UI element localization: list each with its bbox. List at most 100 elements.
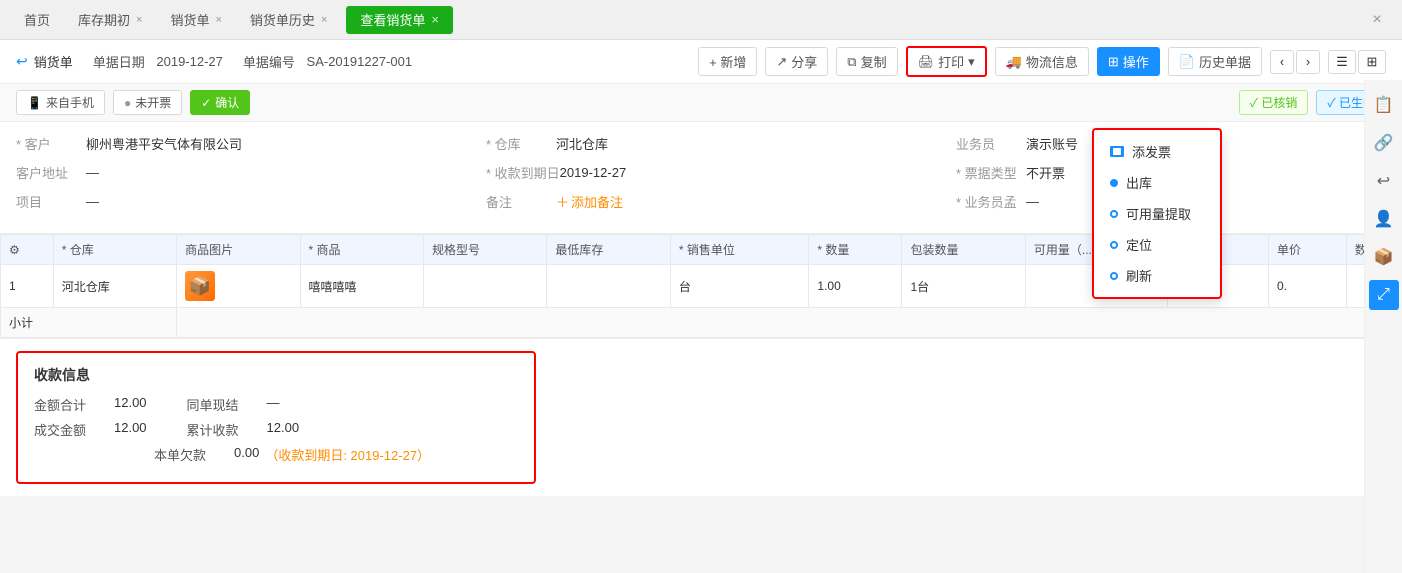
tab-sales-history[interactable]: 销货单历史 ×: [236, 0, 341, 40]
note-label: 备注: [486, 192, 556, 211]
staff-label: 业务员: [956, 134, 1026, 153]
row-quantity: 1.00: [809, 265, 902, 308]
list-view-button[interactable]: ☰: [1328, 50, 1356, 74]
order-debt-value: 0.00: [234, 445, 259, 464]
cumulative-value: 12.00: [267, 420, 300, 439]
locate-item[interactable]: 定位: [1094, 229, 1220, 260]
customer-field: * 客户 柳州粤港平安气体有限公司: [16, 134, 446, 153]
print-dropdown-arrow[interactable]: ▾: [968, 54, 975, 70]
add-invoice-item[interactable]: 添发票: [1094, 136, 1220, 167]
operation-button[interactable]: ⊞ 操作: [1097, 47, 1160, 76]
doc-number-value: SA-20191227-001: [307, 54, 413, 69]
refresh-icon: [1110, 272, 1118, 280]
col-pack-qty: 包装数量: [902, 235, 1025, 265]
main-content: ↩ 销货单 单据日期 2019-12-27 单据编号 SA-20191227-0…: [0, 40, 1402, 496]
refresh-label: 刷新: [1126, 266, 1152, 285]
subtotal-label: 小计: [1, 308, 177, 338]
staff-value: 演示账号: [1026, 134, 1078, 153]
sidebar-expand-icon[interactable]: ⤢: [1369, 280, 1399, 310]
mobile-button[interactable]: 📱 来自手机: [16, 90, 105, 115]
total-amount-label: 金额合计: [34, 395, 114, 414]
copy-button[interactable]: ⧉ 复制: [836, 47, 897, 76]
available-qty-item[interactable]: 可用量提取: [1094, 198, 1220, 229]
col-unit-price: 单价: [1268, 235, 1346, 265]
tab-sales-label: 销货单: [170, 10, 209, 29]
canceled-badge: ✓ 已核销: [1239, 90, 1309, 115]
due-date-value: 2019-12-27: [560, 165, 627, 180]
operation-dropdown: 添发票 出库 可用量提取 定位 刷新: [1092, 128, 1222, 299]
view-toggle: ☰ ⊞: [1328, 50, 1386, 74]
same-order-value: —: [267, 395, 280, 414]
tab-inventory[interactable]: 库存期初 ×: [64, 0, 156, 40]
sidebar-user-icon[interactable]: 👤: [1369, 204, 1399, 234]
locate-icon: [1110, 241, 1118, 249]
mobile-icon: 📱: [27, 96, 42, 110]
tab-sales-close[interactable]: ×: [215, 14, 221, 26]
available-qty-label: 可用量提取: [1126, 204, 1191, 223]
toolbar-right: + 新增 ↗ 分享 ⧉ 复制 🖨 打印 ▾ 🚚 物流信息 ⊞ 操作: [698, 46, 1386, 77]
warehouse-value: 河北仓库: [556, 134, 608, 153]
print-icon: 🖨: [918, 54, 935, 70]
tab-inventory-label: 库存期初: [78, 10, 130, 29]
col-min-stock: 最低库存: [547, 235, 670, 265]
due-date-field: * 收款到期日 2019-12-27: [486, 163, 916, 182]
sidebar-return-icon[interactable]: ↩: [1369, 166, 1399, 196]
tab-sales-history-label: 销货单历史: [250, 10, 315, 29]
copy-icon: ⧉: [847, 54, 856, 70]
grid-view-button[interactable]: ⊞: [1358, 50, 1386, 74]
window-close-button[interactable]: ×: [1362, 5, 1392, 35]
ticket-type-label: * 票据类型: [956, 163, 1026, 182]
product-image: 📦: [185, 271, 215, 301]
refresh-item[interactable]: 刷新: [1094, 260, 1220, 291]
sidebar-link-icon[interactable]: 🔗: [1369, 128, 1399, 158]
tab-view-sales-label: 查看销货单: [360, 10, 425, 29]
outbound-item[interactable]: 出库: [1094, 167, 1220, 198]
prev-arrow[interactable]: ‹: [1270, 50, 1294, 74]
staff2-label: * 业务员孟: [956, 192, 1026, 211]
outbound-label: 出库: [1126, 173, 1152, 192]
print-button[interactable]: 🖨 打印 ▾: [906, 46, 987, 77]
ticket-icon: ●: [124, 96, 131, 110]
tab-view-sales[interactable]: 查看销货单 ×: [346, 6, 453, 34]
doc-meta: 单据日期 2019-12-27 单据编号 SA-20191227-001: [93, 52, 412, 71]
cumulative-label: 累计收款: [187, 420, 267, 439]
row-product-img: 📦: [177, 265, 300, 308]
row-min-stock: [547, 265, 670, 308]
outbound-dot-icon: [1110, 179, 1118, 187]
subtotal-values: [177, 308, 1402, 338]
sidebar-doc-icon[interactable]: 📋: [1369, 90, 1399, 120]
right-sidebar: 📋 🔗 ↩ 👤 📦 ⤢: [1364, 80, 1402, 573]
tab-inventory-close[interactable]: ×: [136, 14, 142, 26]
nav-arrows: ‹ ›: [1270, 50, 1320, 74]
row-num: 1: [1, 265, 54, 308]
logistics-button[interactable]: 🚚 物流信息: [995, 47, 1089, 76]
total-amount-value: 12.00: [114, 395, 147, 414]
sidebar-package-icon[interactable]: 📦: [1369, 242, 1399, 272]
share-button[interactable]: ↗ 分享: [765, 47, 828, 76]
same-order-label: 同单现结: [187, 395, 267, 414]
address-label: 客户地址: [16, 163, 86, 182]
canceled-check-icon: ✓: [1250, 96, 1258, 110]
tab-sales-history-close[interactable]: ×: [321, 14, 327, 26]
note-field: 备注 ＋ 添加备注: [486, 192, 916, 211]
history-button[interactable]: 📄 历史单据: [1168, 47, 1262, 76]
col-settings[interactable]: ⚙: [1, 235, 54, 265]
col-spec: 规格型号: [423, 235, 546, 265]
next-arrow[interactable]: ›: [1296, 50, 1320, 74]
confirm-button[interactable]: ✓ 确认: [190, 90, 250, 115]
col-sales-unit: * 销售单位: [670, 235, 809, 265]
tab-home[interactable]: 首页: [10, 0, 64, 40]
not-open-ticket-button[interactable]: ● 未开票: [113, 90, 182, 115]
row-spec: [423, 265, 546, 308]
col-product: * 商品: [300, 235, 423, 265]
tab-view-sales-close[interactable]: ×: [431, 12, 439, 27]
new-button[interactable]: + 新增: [698, 47, 757, 76]
share-icon: ↗: [776, 54, 787, 70]
tab-home-label: 首页: [24, 10, 50, 29]
effective-check-icon: ✓: [1327, 96, 1335, 110]
tab-bar: 首页 库存期初 × 销货单 × 销货单历史 × 查看销货单 × ×: [0, 0, 1402, 40]
add-note-button[interactable]: ＋ 添加备注: [556, 192, 623, 211]
tab-sales[interactable]: 销货单 ×: [156, 0, 235, 40]
row-warehouse: 河北仓库: [53, 265, 176, 308]
row-product: 嘻嘻嘻嘻: [300, 265, 423, 308]
